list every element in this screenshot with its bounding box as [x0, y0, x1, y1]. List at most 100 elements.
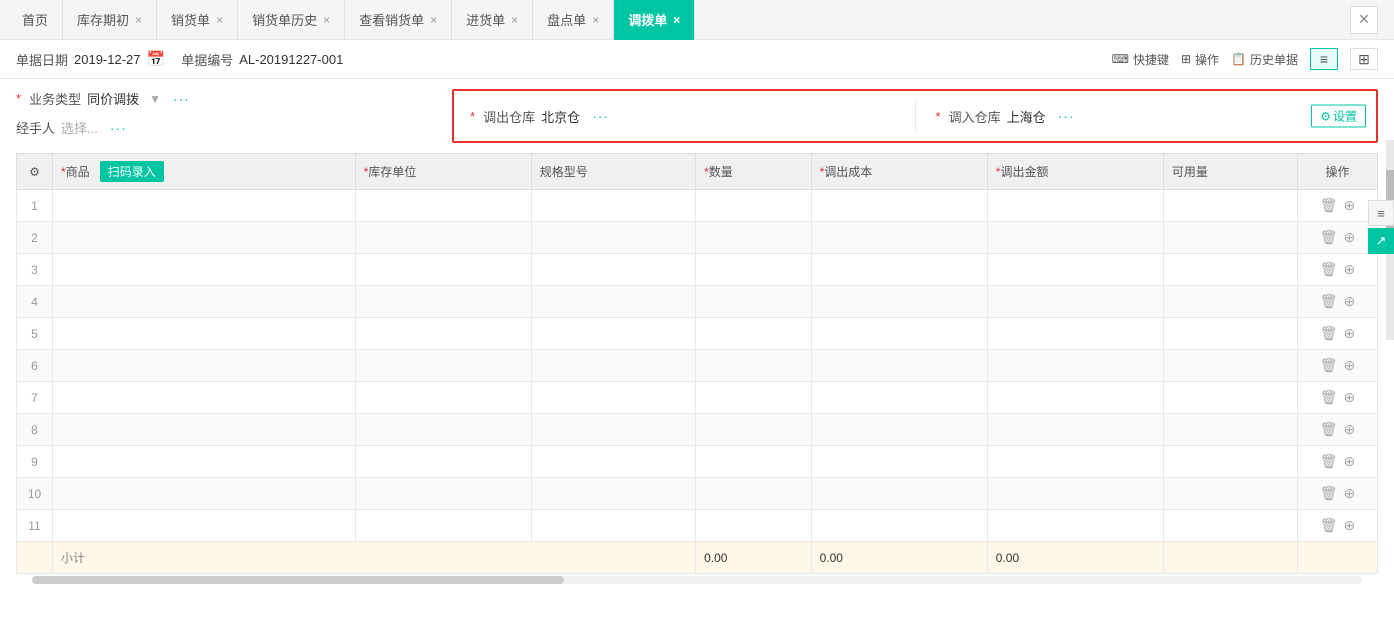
col-gear[interactable]: ⚙ — [17, 154, 53, 190]
tab-close-view-sales[interactable]: × — [430, 14, 437, 26]
tab-transfer-order[interactable]: 调拨单 × — [614, 0, 695, 40]
toolbar-row: 单据日期 2019-12-27 📅 单据编号 AL-20191227-001 ⌨… — [0, 40, 1394, 79]
delete-icon[interactable]: 🗑 — [1320, 261, 1338, 277]
layout-btn-2[interactable]: ⊞ — [1350, 48, 1378, 70]
calendar-icon[interactable]: 📅 — [147, 50, 166, 68]
subtotal-qty: 0.00 — [696, 542, 811, 574]
copy-icon[interactable]: ⊕ — [1344, 261, 1356, 277]
copy-icon[interactable]: ⊕ — [1344, 485, 1356, 501]
table-row: 10🗑⊕ — [17, 478, 1378, 510]
business-type-label: 业务类型 — [29, 89, 81, 108]
tab-inventory-check[interactable]: 盘点单 × — [533, 0, 614, 40]
form-right: * 调出仓库 北京仓 ··· * 调入仓库 上海仓 ··· ⚙ 设置 — [452, 89, 1378, 143]
tab-close-transfer-order[interactable]: × — [673, 14, 680, 26]
copy-icon[interactable]: ⊕ — [1344, 229, 1356, 245]
business-type-dropdown-icon[interactable]: ▼ — [149, 92, 161, 106]
business-type-more-btn[interactable]: ··· — [173, 91, 190, 107]
history-docs-btn[interactable]: 📋 历史单据 — [1231, 51, 1298, 68]
table-row: 1🗑⊕ — [17, 190, 1378, 222]
quick-keys-btn[interactable]: ⌨ 快捷键 — [1112, 51, 1169, 68]
table-row: 7🗑⊕ — [17, 382, 1378, 414]
delete-icon[interactable]: 🗑 — [1320, 389, 1338, 405]
tab-inventory-init[interactable]: 库存期初 × — [63, 0, 157, 40]
scrollbar-thumb — [32, 576, 564, 584]
side-list-btn[interactable]: ≡ — [1368, 200, 1394, 226]
handler-more-btn[interactable]: ··· — [110, 120, 127, 136]
history-icon: 📋 — [1231, 52, 1246, 66]
subtotal-label: 小计 — [53, 542, 696, 574]
handler-label: 经手人 — [16, 118, 55, 137]
main-table: ⚙ *商品 扫码录入 *库存单位 规格型号 *数量 *调出成本 *调出金额 可用… — [16, 153, 1378, 574]
table-row: 5🗑⊕ — [17, 318, 1378, 350]
settings-button[interactable]: ⚙ 设置 — [1311, 105, 1366, 128]
delete-icon[interactable]: 🗑 — [1320, 453, 1338, 469]
col-available: 可用量 — [1163, 154, 1297, 190]
table-row: 6🗑⊕ — [17, 350, 1378, 382]
tab-purchase-order[interactable]: 进货单 × — [452, 0, 533, 40]
table-row: 4🗑⊕ — [17, 286, 1378, 318]
layout-btn-1[interactable]: ≡ — [1310, 48, 1338, 70]
delete-icon[interactable]: 🗑 — [1320, 485, 1338, 501]
col-op: 操作 — [1298, 154, 1378, 190]
tab-bar-end: × — [1350, 6, 1386, 34]
transfer-in-label: 调入仓库 — [949, 107, 1001, 126]
business-type-value[interactable]: 同价调拨 — [87, 89, 139, 108]
operations-btn[interactable]: ⊞ 操作 — [1181, 51, 1219, 68]
tab-close-inventory-init[interactable]: × — [135, 14, 142, 26]
delete-icon[interactable]: 🗑 — [1320, 325, 1338, 341]
copy-icon[interactable]: ⊕ — [1344, 453, 1356, 469]
copy-icon[interactable]: ⊕ — [1344, 421, 1356, 437]
tab-bar: 首页 库存期初 × 销货单 × 销货单历史 × 查看销货单 × 进货单 × 盘点… — [0, 0, 1394, 40]
tab-close-sales-order[interactable]: × — [216, 14, 223, 26]
delete-icon[interactable]: 🗑 — [1320, 357, 1338, 373]
tab-sales-history[interactable]: 销货单历史 × — [238, 0, 345, 40]
tab-home[interactable]: 首页 — [8, 0, 63, 40]
copy-icon[interactable]: ⊕ — [1344, 357, 1356, 373]
col-cost: *调出成本 — [811, 154, 987, 190]
table-row: 2🗑⊕ — [17, 222, 1378, 254]
transfer-out-more-btn[interactable]: ··· — [592, 108, 609, 124]
subtotal-cost: 0.00 — [811, 542, 987, 574]
business-type-required: * — [16, 91, 21, 106]
tab-sales-order[interactable]: 销货单 × — [157, 0, 238, 40]
transfer-out-field: * 调出仓库 北京仓 ··· — [470, 107, 895, 126]
tab-close-inventory-check[interactable]: × — [592, 14, 599, 26]
settings-gear-icon: ⚙ — [1320, 109, 1331, 123]
subtotal-row: 小计 0.00 0.00 0.00 — [17, 542, 1378, 574]
transfer-in-more-btn[interactable]: ··· — [1058, 108, 1075, 124]
delete-icon[interactable]: 🗑 — [1320, 229, 1338, 245]
doc-no-label: 单据编号 — [181, 50, 233, 69]
copy-icon[interactable]: ⊕ — [1344, 197, 1356, 213]
copy-icon[interactable]: ⊕ — [1344, 389, 1356, 405]
transfer-out-value[interactable]: 北京仓 — [541, 107, 580, 126]
business-type-row: * 业务类型 同价调拨 ▼ ··· — [16, 89, 436, 108]
copy-icon[interactable]: ⊕ — [1344, 517, 1356, 533]
transfer-in-required: * — [936, 109, 941, 124]
window-close-button[interactable]: × — [1350, 6, 1378, 34]
copy-icon[interactable]: ⊕ — [1344, 293, 1356, 309]
col-amount: *调出金额 — [987, 154, 1163, 190]
handler-value[interactable]: 选择... — [61, 118, 98, 137]
delete-icon[interactable]: 🗑 — [1320, 517, 1338, 533]
tab-close-sales-history[interactable]: × — [323, 14, 330, 26]
table-row: 3🗑⊕ — [17, 254, 1378, 286]
table-row: 8🗑⊕ — [17, 414, 1378, 446]
side-expand-btn[interactable]: ↗ — [1368, 228, 1394, 254]
copy-icon[interactable]: ⊕ — [1344, 325, 1356, 341]
col-unit: *库存单位 — [355, 154, 531, 190]
main-content: 单据日期 2019-12-27 📅 单据编号 AL-20191227-001 ⌨… — [0, 40, 1394, 634]
doc-date-value[interactable]: 2019-12-27 — [74, 52, 141, 67]
bottom-scrollbar[interactable] — [32, 576, 1362, 584]
delete-icon[interactable]: 🗑 — [1320, 421, 1338, 437]
transfer-in-value[interactable]: 上海仓 — [1007, 107, 1046, 126]
transfer-in-field: * 调入仓库 上海仓 ··· — [936, 107, 1361, 126]
col-product: *商品 扫码录入 — [53, 154, 356, 190]
tab-close-purchase-order[interactable]: × — [511, 14, 518, 26]
quick-keys-icon: ⌨ — [1112, 52, 1129, 66]
tab-view-sales[interactable]: 查看销货单 × — [345, 0, 452, 40]
toolbar-right: ⌨ 快捷键 ⊞ 操作 📋 历史单据 ≡ ⊞ — [1112, 48, 1378, 70]
operations-icon: ⊞ — [1181, 52, 1191, 66]
delete-icon[interactable]: 🗑 — [1320, 197, 1338, 213]
delete-icon[interactable]: 🗑 — [1320, 293, 1338, 309]
scan-entry-button[interactable]: 扫码录入 — [100, 161, 164, 182]
